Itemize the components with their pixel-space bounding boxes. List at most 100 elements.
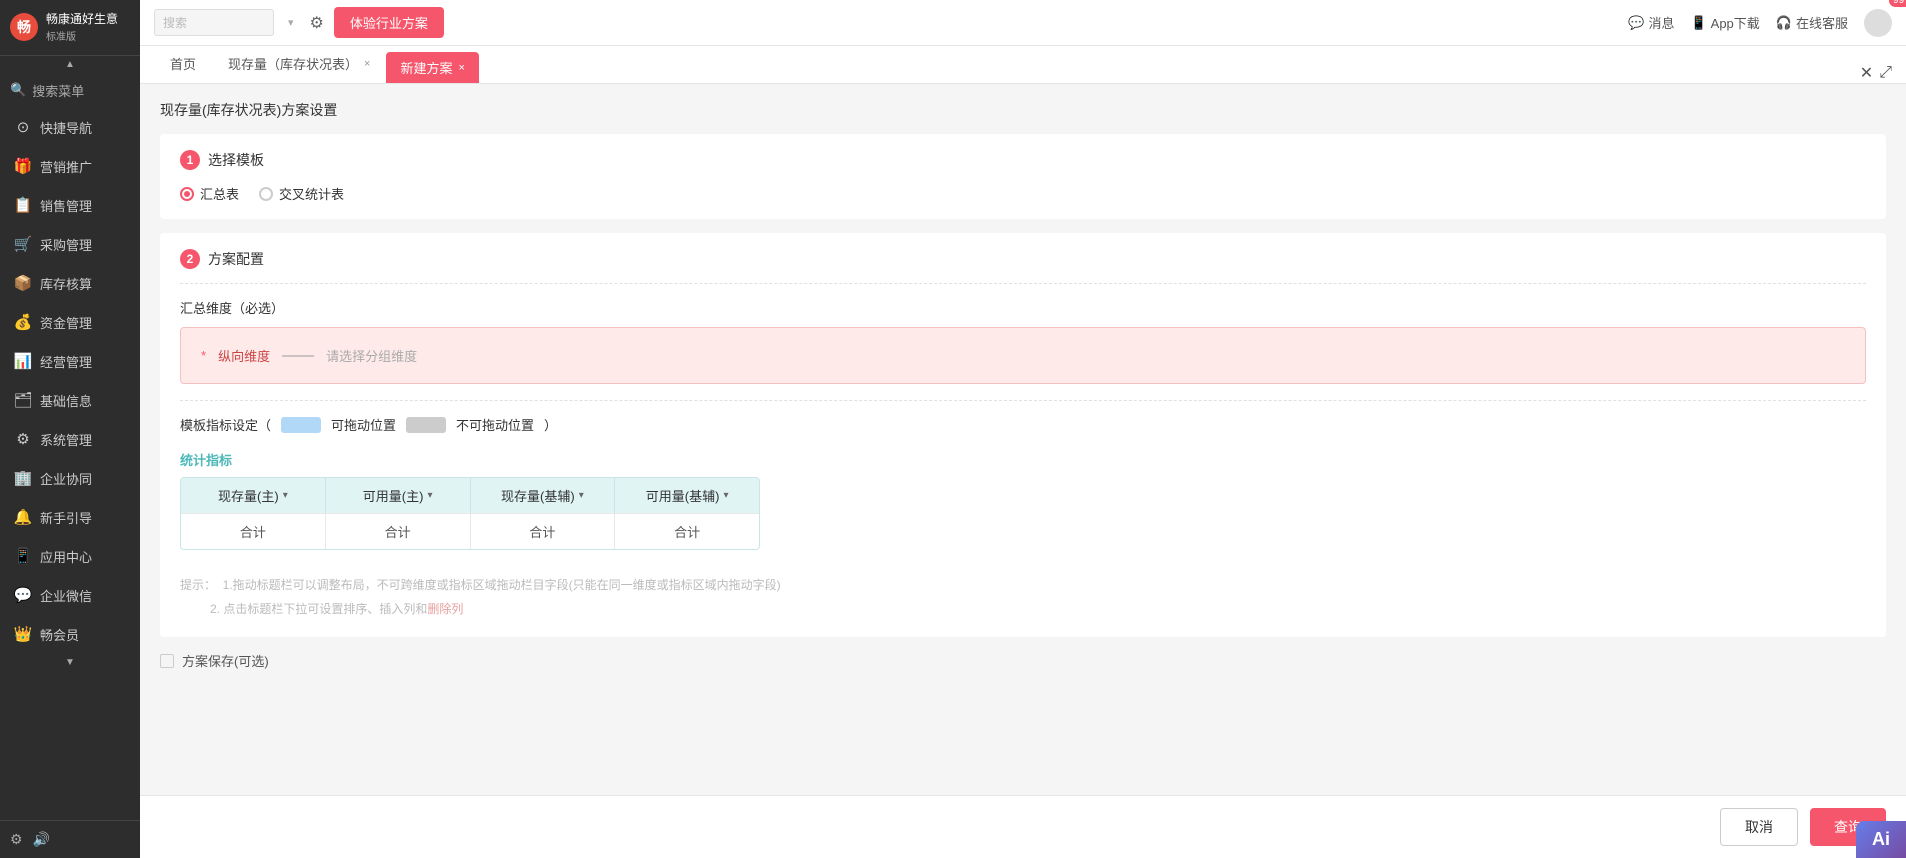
save-option: 方案保存(可选)	[160, 651, 1886, 670]
stats-col-2-chevron: ▾	[579, 490, 584, 501]
step1-card: 1 选择模板 汇总表 交叉统计表	[160, 134, 1886, 219]
sidebar-item-guide[interactable]: 🔔 新手引导	[0, 498, 140, 537]
enterprise-icon: 🏢	[14, 469, 32, 487]
tabs-bar: 首页 现存量（库存状况表） × 新建方案 × ✕ ⤢	[140, 46, 1906, 84]
sidebar-item-label: 企业微信	[40, 586, 92, 605]
headset-icon: 🎧	[1776, 15, 1792, 31]
delete-col-link[interactable]: 删除列	[427, 602, 463, 616]
gear-icon[interactable]: ⚙	[310, 13, 324, 33]
sidebar-item-finance[interactable]: 💰 资金管理	[0, 303, 140, 342]
cancel-button[interactable]: 取消	[1720, 808, 1798, 846]
step1-title: 选择模板	[208, 150, 264, 170]
operations-icon: 📊	[14, 352, 32, 370]
tab-home[interactable]: 首页	[154, 46, 212, 83]
not-draggable-label: 不可拖动位置	[456, 415, 534, 434]
bottom-bar: 取消 查询	[140, 795, 1906, 858]
sidebar-item-system[interactable]: ⚙ 系统管理	[0, 420, 140, 459]
dimension-area[interactable]: * 纵向维度 —— 请选择分组维度	[180, 327, 1866, 384]
stats-col-1[interactable]: 可用量(主) ▾	[326, 478, 471, 513]
tips-area: 提示： 1.拖动标题栏可以调整布局，不可跨维度或指标区域拖动栏目字段(只能在同一…	[180, 573, 1866, 621]
search-menu-label: 搜索菜单	[32, 81, 84, 100]
tab-inventory-close[interactable]: ×	[364, 58, 370, 70]
sidebar-item-enterprise[interactable]: 🏢 企业协同	[0, 459, 140, 498]
search-input-mock[interactable]: 搜索	[154, 9, 274, 36]
sidebar-item-app-center[interactable]: 📱 应用中心	[0, 537, 140, 576]
stats-table-row: 合计 合计 合计 合计	[181, 513, 759, 549]
sidebar-item-label: 库存核算	[40, 274, 92, 293]
radio-cross[interactable]: 交叉统计表	[259, 184, 344, 203]
app-download-label: App下载	[1711, 13, 1760, 32]
sidebar-bottom: ⚙ 🔊	[0, 820, 140, 858]
stats-col-3-chevron: ▾	[723, 490, 728, 501]
tab-new-plan[interactable]: 新建方案 ×	[386, 52, 478, 83]
dropdown-icon[interactable]: ▾	[288, 16, 294, 29]
page-title: 现存量(库存状况表)方案设置	[160, 100, 1886, 120]
logo-title: 畅康通好生意	[46, 12, 118, 28]
ai-fab-button[interactable]: Ai	[1856, 821, 1906, 858]
sidebar-item-inventory[interactable]: 📦 库存核算	[0, 264, 140, 303]
step2-title: 方案配置	[208, 249, 264, 269]
logo-icon: 畅	[10, 13, 38, 41]
stats-col-0[interactable]: 现存量(主) ▾	[181, 478, 326, 513]
save-option-label: 方案保存(可选)	[182, 651, 269, 670]
sidebar-item-label: 新手引导	[40, 508, 92, 527]
message-icon: 💬	[1628, 15, 1644, 31]
sidebar-item-member[interactable]: 👑 畅会员	[0, 615, 140, 654]
trial-btn[interactable]: 体验行业方案	[334, 7, 444, 38]
radio-cross-label: 交叉统计表	[279, 184, 344, 203]
online-service-item[interactable]: 🎧 在线客服	[1776, 13, 1848, 32]
phone-icon: 📱	[1690, 15, 1706, 31]
inventory-icon: 📦	[14, 274, 32, 292]
tab-new-plan-close[interactable]: ×	[458, 62, 464, 74]
stats-section-title: 统计指标	[180, 450, 1866, 469]
sidebar-item-purchase[interactable]: 🛒 采购管理	[0, 225, 140, 264]
not-draggable-indicator	[406, 417, 446, 433]
settings-icon[interactable]: ⚙	[10, 831, 23, 848]
dimension-placeholder: 请选择分组维度	[326, 346, 417, 365]
app-center-icon: 📱	[14, 547, 32, 565]
stats-col-0-chevron: ▾	[283, 490, 288, 501]
sidebar-item-marketing[interactable]: 🎁 营销推广	[0, 147, 140, 186]
stats-table: 现存量(主) ▾ 可用量(主) ▾ 现存量(基辅) ▾ 可用量(基辅)	[180, 477, 760, 550]
template-indicator-prefix: 模板指标设定（	[180, 415, 271, 434]
sidebar-item-label: 营销推广	[40, 157, 92, 176]
save-checkbox[interactable]	[160, 654, 174, 668]
tab-inventory-status[interactable]: 现存量（库存状况表） ×	[212, 46, 386, 83]
dimension-arrow: ——	[282, 347, 314, 365]
radio-cross-circle	[259, 187, 273, 201]
app-download-item[interactable]: 📱 App下载	[1690, 13, 1759, 32]
search-menu[interactable]: 🔍 搜索菜单	[0, 73, 140, 108]
sidebar-logo: 畅 畅康通好生意 标准版	[0, 0, 140, 56]
sidebar-item-basic-info[interactable]: 🗂 基础信息	[0, 381, 140, 420]
stats-col-3-label: 可用量(基辅)	[646, 486, 720, 505]
sidebar-item-label: 基础信息	[40, 391, 92, 410]
stats-col-1-chevron: ▾	[427, 490, 432, 501]
sidebar-item-operations[interactable]: 📊 经营管理	[0, 342, 140, 381]
stats-col-3[interactable]: 可用量(基辅) ▾	[615, 478, 759, 513]
step1-badge: 1	[180, 150, 200, 170]
stats-cell-0: 合计	[181, 513, 326, 549]
step2-card: 2 方案配置 汇总维度（必选） * 纵向维度 —— 请选择分组维度 模板指标设定…	[160, 233, 1886, 637]
required-star: *	[201, 348, 206, 363]
purchase-icon: 🛒	[14, 235, 32, 253]
stats-col-2[interactable]: 现存量(基辅) ▾	[471, 478, 616, 513]
message-item[interactable]: 💬 消息 99+	[1628, 13, 1674, 32]
template-radio-group: 汇总表 交叉统计表	[180, 184, 1866, 203]
sidebar-item-quick-nav[interactable]: ⊙ 快捷导航	[0, 108, 140, 147]
user-avatar[interactable]	[1864, 9, 1892, 37]
online-service-label: 在线客服	[1796, 13, 1848, 32]
sidebar-item-label: 应用中心	[40, 547, 92, 566]
radio-summary-label: 汇总表	[200, 184, 239, 203]
close-icon[interactable]: ✕	[1860, 63, 1873, 83]
radio-summary-circle	[180, 187, 194, 201]
sidebar-item-wechat[interactable]: 💬 企业微信	[0, 576, 140, 615]
close-panel-buttons: ✕ ⤢	[1860, 63, 1892, 83]
radio-summary[interactable]: 汇总表	[180, 184, 239, 203]
expand-icon[interactable]: ⤢	[1879, 64, 1892, 82]
scroll-up-arrow[interactable]: ▲	[0, 56, 140, 73]
volume-icon[interactable]: 🔊	[33, 831, 50, 848]
scroll-down-arrow[interactable]: ▼	[0, 654, 140, 671]
tip-2: 2. 点击标题栏下拉可设置排序、插入列和删除列	[180, 597, 1866, 621]
sidebar-item-sales[interactable]: 📋 销售管理	[0, 186, 140, 225]
finance-icon: 💰	[14, 313, 32, 331]
